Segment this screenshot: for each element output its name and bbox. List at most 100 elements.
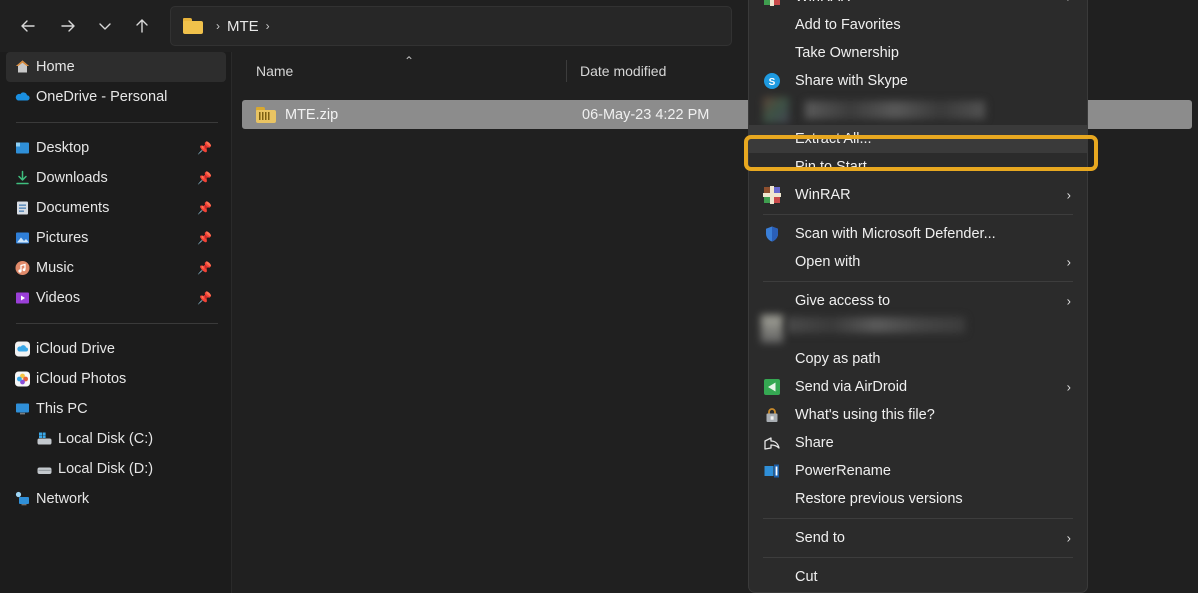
column-header-date-modified[interactable]: Date modified (580, 63, 666, 79)
home-icon (14, 59, 31, 76)
menu-item-send-via-airdroid[interactable]: Send via AirDroid › (749, 373, 1087, 401)
music-note-icon (14, 260, 31, 277)
column-header-name[interactable]: Name (256, 63, 293, 79)
menu-item-take-ownership[interactable]: Take Ownership (749, 39, 1087, 67)
column-separator[interactable] (566, 60, 567, 82)
menu-item-add-to-favorites[interactable]: Add to Favorites (749, 11, 1087, 39)
winrar-icon (763, 0, 781, 6)
lock-icon (763, 406, 781, 424)
menu-item-give-access-to[interactable]: Give access to › (749, 287, 1087, 315)
pin-icon[interactable]: 📌 (197, 231, 212, 245)
network-icon (14, 491, 31, 508)
redacted-label (787, 317, 965, 333)
sidebar-item-network[interactable]: Network (6, 484, 226, 514)
menu-item-redacted-1[interactable] (749, 95, 1087, 125)
sidebar-item-local-disk-c[interactable]: Local Disk (C:) (6, 424, 226, 454)
menu-item-label: PowerRename (795, 463, 891, 479)
documents-icon (14, 200, 31, 217)
sidebar-label: Downloads (36, 170, 108, 186)
menu-item-pin-to-start[interactable]: Pin to Start (749, 153, 1087, 181)
navigation-buttons (8, 8, 162, 44)
disk-icon (36, 461, 53, 478)
sidebar-label: Pictures (36, 230, 88, 246)
menu-item-send-to[interactable]: Send to › (749, 524, 1087, 552)
menu-item-open-with[interactable]: Open with › (749, 248, 1087, 276)
menu-item-whats-using-this-file[interactable]: What's using this file? (749, 401, 1087, 429)
file-explorer-window: › MTE › Home OneDrive - Personal Desktop… (0, 0, 1198, 593)
sidebar-item-home[interactable]: Home (6, 52, 226, 82)
sidebar-item-icloud-photos[interactable]: iCloud Photos (6, 364, 226, 394)
powerrename-icon (763, 462, 781, 480)
sidebar-label: iCloud Photos (36, 371, 126, 387)
sidebar-item-pictures[interactable]: Pictures 📌 (6, 223, 226, 253)
menu-item-label: Give access to (795, 293, 890, 309)
menu-item-label: What's using this file? (795, 407, 935, 423)
sidebar-item-desktop[interactable]: Desktop 📌 (6, 133, 226, 163)
menu-item-share-with-skype[interactable]: S Share with Skype (749, 67, 1087, 95)
pin-icon[interactable]: 📌 (197, 201, 212, 215)
chevron-right-icon: › (1067, 255, 1071, 270)
menu-item-winrar[interactable]: WinRAR › (749, 181, 1087, 209)
redacted-icon (761, 315, 783, 343)
sidebar-item-downloads[interactable]: Downloads 📌 (6, 163, 226, 193)
sidebar-item-documents[interactable]: Documents 📌 (6, 193, 226, 223)
menu-item-winrar-top[interactable]: WinRAR › (749, 0, 1087, 11)
menu-item-copy-as-path[interactable]: Copy as path (749, 345, 1087, 373)
chevron-right-icon: › (1067, 531, 1071, 546)
zip-folder-icon (256, 107, 276, 123)
menu-separator (763, 518, 1073, 519)
sidebar-item-local-disk-d[interactable]: Local Disk (D:) (6, 454, 226, 484)
chevron-right-icon: › (1067, 188, 1071, 203)
context-menu: WinRAR › Add to Favorites Take Ownership… (748, 0, 1088, 593)
sidebar-label: Videos (36, 290, 80, 306)
address-bar[interactable]: › MTE › (170, 6, 732, 46)
file-name-label: MTE.zip (285, 107, 338, 123)
chevron-right-icon: › (1067, 380, 1071, 395)
menu-item-label: Share with Skype (795, 73, 908, 89)
folder-icon (183, 18, 203, 34)
sidebar-item-music[interactable]: Music 📌 (6, 253, 226, 283)
menu-item-label: Open with (795, 254, 860, 270)
back-icon[interactable] (8, 8, 48, 44)
sidebar-label: Local Disk (C:) (58, 431, 153, 447)
menu-item-powerrename[interactable]: PowerRename (749, 457, 1087, 485)
pin-icon[interactable]: 📌 (197, 291, 212, 305)
breadcrumb-path[interactable]: MTE (227, 18, 259, 35)
sidebar-item-onedrive[interactable]: OneDrive - Personal (6, 82, 226, 112)
menu-item-label: Extract All... (795, 131, 872, 147)
sidebar-label: Music (36, 260, 74, 276)
forward-icon[interactable] (48, 8, 88, 44)
pin-icon[interactable]: 📌 (197, 261, 212, 275)
defender-shield-icon (763, 225, 781, 243)
sidebar-divider-2 (16, 323, 218, 324)
sidebar-item-videos[interactable]: Videos 📌 (6, 283, 226, 313)
sidebar-label: Documents (36, 200, 109, 216)
this-pc-monitor-icon (14, 401, 31, 418)
redacted-icon (763, 97, 789, 123)
sidebar-item-icloud-drive[interactable]: iCloud Drive (6, 334, 226, 364)
svg-text:S: S (769, 77, 776, 88)
menu-item-extract-all[interactable]: Extract All... (749, 125, 1087, 153)
pin-icon[interactable]: 📌 (197, 171, 212, 185)
sidebar-item-this-pc[interactable]: This PC (6, 394, 226, 424)
windows-disk-icon (36, 431, 53, 448)
menu-item-cut[interactable]: Cut (749, 563, 1087, 591)
menu-item-share[interactable]: Share (749, 429, 1087, 457)
menu-item-restore-previous-versions[interactable]: Restore previous versions (749, 485, 1087, 513)
up-icon[interactable] (122, 8, 162, 44)
desktop-icon (14, 140, 31, 157)
menu-item-label: Scan with Microsoft Defender... (795, 226, 996, 242)
menu-item-label: Add to Favorites (795, 17, 901, 33)
pin-icon[interactable]: 📌 (197, 141, 212, 155)
menu-item-label: Restore previous versions (795, 491, 963, 507)
sort-ascending-icon: ⌃ (404, 54, 414, 68)
chevron-right-icon: › (1067, 0, 1071, 5)
sidebar-label: iCloud Drive (36, 341, 115, 357)
chevron-down-icon[interactable] (88, 8, 122, 44)
icloud-drive-icon (14, 341, 31, 358)
menu-item-redacted-2[interactable] (749, 315, 1087, 345)
pictures-icon (14, 230, 31, 247)
menu-item-label: Cut (795, 569, 818, 585)
menu-item-scan-with-defender[interactable]: Scan with Microsoft Defender... (749, 220, 1087, 248)
downloads-arrow-icon (14, 170, 31, 187)
